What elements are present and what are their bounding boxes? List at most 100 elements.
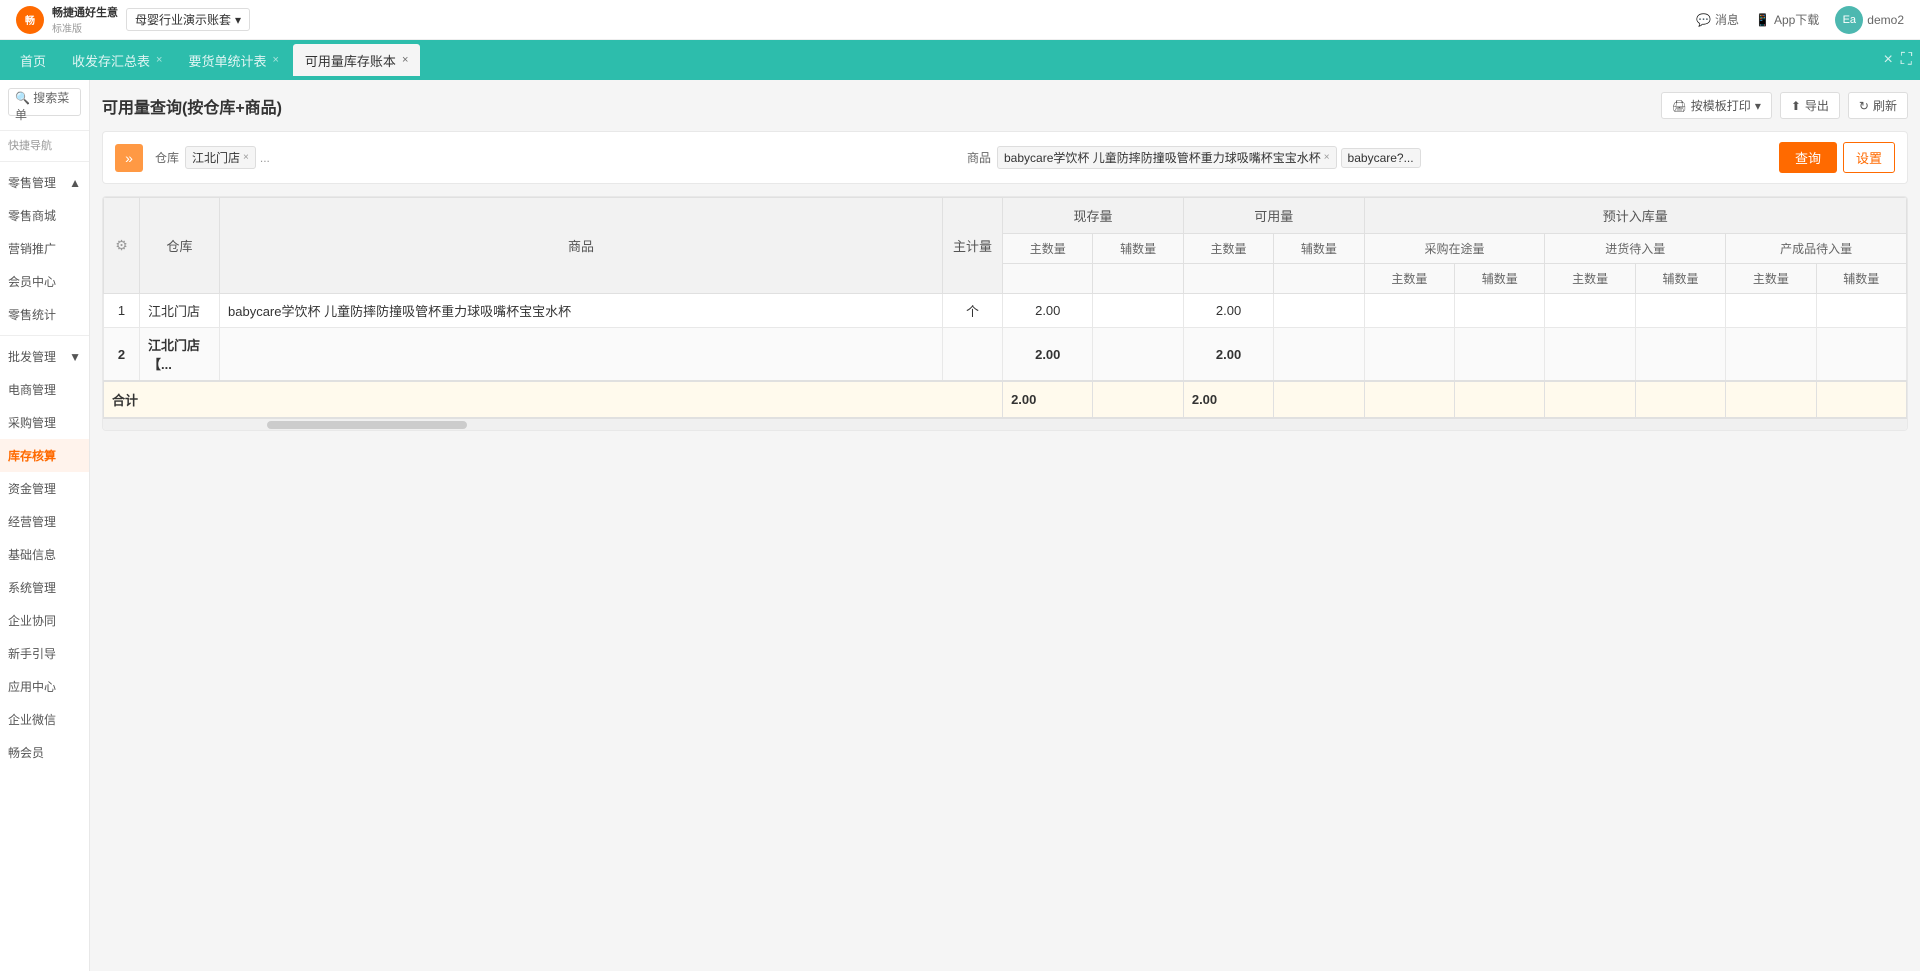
table-footer: 合计 2.00 2.00: [104, 381, 1907, 418]
sidebar-divider: [0, 161, 89, 162]
row2-unit: [943, 328, 1003, 382]
planned-in-header: 预计入库量: [1364, 198, 1906, 234]
purchase-main-header: 主数量: [1364, 264, 1454, 294]
warehouse-tag[interactable]: 江北门店 ×: [185, 146, 256, 169]
settings-header: ⚙: [104, 198, 140, 294]
row1-production-aux: [1816, 294, 1906, 328]
sidebar-item-finance[interactable]: 资金管理: [0, 472, 89, 505]
product-filter-group: 商品 babycare学饮杯 儿童防摔防撞吸管杯重力球吸嘴杯宝宝水杯 × bab…: [967, 146, 1767, 169]
ph4: [1274, 264, 1364, 294]
edition-label: 标准版: [52, 20, 118, 35]
sidebar-item-enterprise-wechat[interactable]: 企业微信: [0, 703, 89, 736]
scroll-thumb[interactable]: [267, 421, 467, 429]
template-print-button[interactable]: 🖨 按模板打印 ▾: [1661, 92, 1772, 119]
message-icon: 💬: [1696, 13, 1711, 27]
sidebar-item-purchase[interactable]: 采购管理: [0, 406, 89, 439]
industry-selector[interactable]: 母婴行业演示账套 ▾: [126, 8, 250, 31]
row2-incoming-aux: [1635, 328, 1725, 382]
tab-close-receivable[interactable]: ×: [156, 54, 162, 66]
tab-demand[interactable]: 要货单统计表 ×: [176, 44, 290, 76]
row2-incoming-main: [1545, 328, 1635, 382]
sidebar-item-system[interactable]: 系统管理: [0, 571, 89, 604]
printer-icon: 🖨: [1672, 99, 1687, 113]
sidebar-item-inventory[interactable]: 库存核算: [0, 439, 89, 472]
footer-available-aux: [1274, 381, 1364, 418]
sidebar-item-basic[interactable]: 基础信息: [0, 538, 89, 571]
sidebar-item-zero-sales[interactable]: 零售管理 ▲: [0, 166, 89, 199]
page-actions: 🖨 按模板打印 ▾ ⬆ 导出 ↻ 刷新: [1661, 92, 1908, 119]
table-body: 1 江北门店 babycare学饮杯 儿童防摔防撞吸管杯重力球吸嘴杯宝宝水杯 个…: [104, 294, 1907, 382]
production-aux-header: 辅数量: [1816, 264, 1906, 294]
footer-available-main: 2.00: [1183, 381, 1273, 418]
fullscreen-button[interactable]: ⛶: [1901, 51, 1912, 69]
filter-toggle-button[interactable]: »: [115, 144, 143, 172]
row1-current-aux: [1093, 294, 1183, 328]
sidebar-item-ecommerce[interactable]: 电商管理: [0, 373, 89, 406]
close-all-tabs-button[interactable]: ×: [1883, 51, 1892, 69]
app-download-button[interactable]: 📱 App下载: [1755, 11, 1819, 28]
export-button[interactable]: ⬆ 导出: [1780, 92, 1840, 119]
warehouse-ellipsis[interactable]: ...: [260, 151, 270, 165]
sidebar-item-app-center[interactable]: 应用中心: [0, 670, 89, 703]
footer-incoming-aux: [1635, 381, 1725, 418]
query-button[interactable]: 查询: [1779, 142, 1837, 173]
footer-current-aux: [1093, 381, 1183, 418]
sidebar-item-batch[interactable]: 批发管理 ▼: [0, 340, 89, 373]
tab-close-available[interactable]: ×: [402, 54, 408, 66]
warehouse-tags: 江北门店 × ...: [185, 146, 270, 169]
warehouse-tag-close[interactable]: ×: [243, 152, 249, 163]
footer-purchase-main: [1364, 381, 1454, 418]
chevron-down-icon2: ▾: [1755, 99, 1761, 113]
purchase-aux-header: 辅数量: [1455, 264, 1545, 294]
sidebar-item-newbie[interactable]: 新手引导: [0, 637, 89, 670]
sidebar-item-marketing[interactable]: 营销推广: [0, 232, 89, 265]
refresh-button[interactable]: ↻ 刷新: [1848, 92, 1908, 119]
row1-product: babycare学饮杯 儿童防摔防撞吸管杯重力球吸嘴杯宝宝水杯: [220, 294, 943, 328]
tab-available[interactable]: 可用量库存账本 ×: [293, 44, 420, 76]
product-tag1-close[interactable]: ×: [1324, 152, 1330, 163]
export-icon: ⬆: [1791, 99, 1801, 113]
sidebar-item-member2[interactable]: 畅会员: [0, 736, 89, 769]
top-bar: 畅 畅捷通好生意 标准版 母婴行业演示账套 ▾ 💬 消息 📱 App下载 Ea …: [0, 0, 1920, 40]
row1-available-main: 2.00: [1183, 294, 1273, 328]
product-tag-2[interactable]: babycare?...: [1341, 148, 1421, 168]
table-header-row: ⚙ 仓库 商品 主计量 现存量 可用量 预计入库量: [104, 198, 1907, 234]
footer-production-main: [1726, 381, 1816, 418]
footer-incoming-main: [1545, 381, 1635, 418]
setting-button[interactable]: 设置: [1843, 142, 1895, 173]
footer-production-aux: [1816, 381, 1906, 418]
sidebar-item-zero-shop[interactable]: 零售商城: [0, 199, 89, 232]
row1-incoming-main: [1545, 294, 1635, 328]
filter-actions: 查询 设置: [1779, 142, 1895, 173]
product-tags: babycare学饮杯 儿童防摔防撞吸管杯重力球吸嘴杯宝宝水杯 × babyca…: [997, 146, 1421, 169]
row1-warehouse: 江北门店: [140, 294, 220, 328]
sidebar-item-operation[interactable]: 经营管理: [0, 505, 89, 538]
row1-current-main: 2.00: [1003, 294, 1093, 328]
content-area: 可用量查询(按仓库+商品) 🖨 按模板打印 ▾ ⬆ 导出 ↻ 刷新 »: [90, 80, 1920, 971]
available-main-qty-header: 主数量: [1183, 234, 1273, 264]
table-settings-icon[interactable]: ⚙: [115, 237, 128, 253]
sidebar-item-zero-stat[interactable]: 零售统计: [0, 298, 89, 331]
message-button[interactable]: 💬 消息: [1696, 11, 1739, 28]
warehouse-filter-group: 仓库 江北门店 × ...: [155, 146, 955, 169]
row2-production-aux: [1816, 328, 1906, 382]
refresh-icon: ↻: [1859, 99, 1869, 113]
sidebar-item-member[interactable]: 会员中心: [0, 265, 89, 298]
footer-label: 合计: [104, 381, 1003, 418]
footer-purchase-aux: [1455, 381, 1545, 418]
brand-name: 畅捷通好生意: [52, 4, 118, 20]
production-main-header: 主数量: [1726, 264, 1816, 294]
user-menu[interactable]: Ea demo2: [1835, 6, 1904, 34]
product-tag-1[interactable]: babycare学饮杯 儿童防摔防撞吸管杯重力球吸嘴杯宝宝水杯 ×: [997, 146, 1337, 169]
footer-current-main: 2.00: [1003, 381, 1093, 418]
sidebar-item-enterprise[interactable]: 企业协同: [0, 604, 89, 637]
search-menu-button[interactable]: 🔍 搜索菜单: [8, 88, 81, 116]
ph3: [1183, 264, 1273, 294]
tab-receivable[interactable]: 收发存汇总表 ×: [60, 44, 174, 76]
top-bar-right: 💬 消息 📱 App下载 Ea demo2: [1696, 6, 1904, 34]
tab-home[interactable]: 首页: [8, 44, 58, 76]
tab-bar-actions: × ⛶: [1883, 51, 1912, 69]
horizontal-scrollbar[interactable]: [103, 418, 1907, 430]
table-container: ⚙ 仓库 商品 主计量 现存量 可用量 预计入库量 主数量 辅数量 主数量 辅数…: [102, 196, 1908, 431]
tab-close-demand[interactable]: ×: [272, 54, 278, 66]
